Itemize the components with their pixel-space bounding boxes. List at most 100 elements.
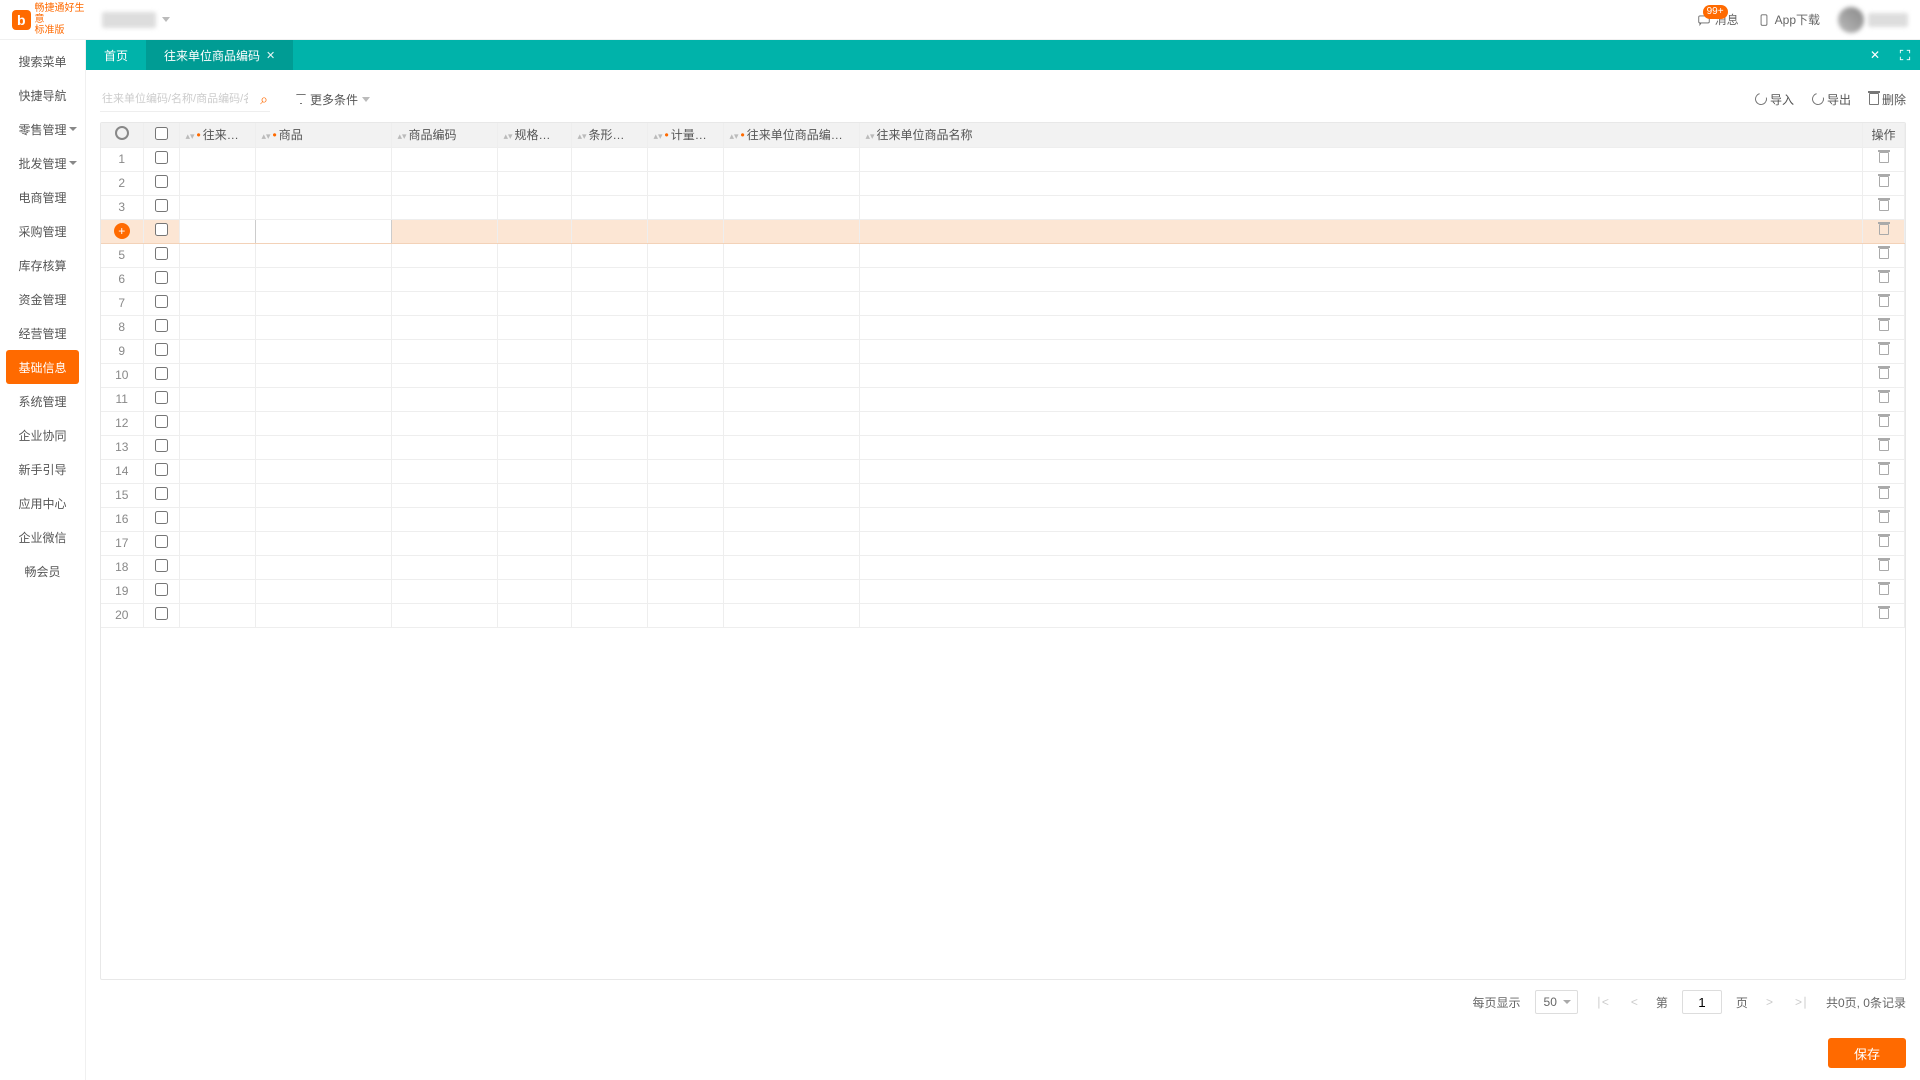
select-all-checkbox[interactable] <box>155 127 168 140</box>
table-row[interactable]: 15 <box>101 483 1905 507</box>
table-row[interactable]: 1 <box>101 147 1905 171</box>
cell[interactable] <box>179 387 255 411</box>
cell[interactable] <box>723 147 859 171</box>
sidebar-item-11[interactable]: 企业协同 <box>0 418 85 452</box>
cell[interactable] <box>179 507 255 531</box>
table-row[interactable]: 13 <box>101 435 1905 459</box>
col-partner[interactable]: ▴▾•往来… <box>179 123 255 147</box>
cell[interactable] <box>647 219 723 243</box>
row-checkbox[interactable] <box>155 535 168 548</box>
row-delete-icon[interactable] <box>1879 608 1889 619</box>
table-row[interactable]: 9 <box>101 339 1905 363</box>
cell[interactable] <box>391 531 497 555</box>
row-delete-icon[interactable] <box>1879 464 1889 475</box>
cell[interactable] <box>497 267 571 291</box>
cell[interactable] <box>723 339 859 363</box>
cell[interactable] <box>497 363 571 387</box>
cell[interactable] <box>647 291 723 315</box>
col-unit[interactable]: ▴▾•计量… <box>647 123 723 147</box>
cell[interactable] <box>497 579 571 603</box>
cell[interactable] <box>723 411 859 435</box>
cell[interactable] <box>571 507 647 531</box>
row-checkbox[interactable] <box>155 607 168 620</box>
sidebar-item-0[interactable]: 搜索菜单 <box>0 44 85 78</box>
cell[interactable] <box>391 555 497 579</box>
cell[interactable] <box>497 219 571 243</box>
cell[interactable] <box>255 507 391 531</box>
sidebar-item-9[interactable]: 基础信息 <box>6 350 79 384</box>
col-partner-product-code[interactable]: ▴▾•往来单位商品编… <box>723 123 859 147</box>
table-row[interactable]: 14 <box>101 459 1905 483</box>
cell[interactable] <box>647 315 723 339</box>
cell[interactable] <box>859 459 1863 483</box>
page-prev-button[interactable]: < <box>1627 995 1642 1009</box>
cell[interactable] <box>497 171 571 195</box>
cell[interactable] <box>255 147 391 171</box>
cell[interactable] <box>391 219 497 243</box>
sidebar-item-4[interactable]: 电商管理 <box>0 180 85 214</box>
row-delete-icon[interactable] <box>1879 200 1889 211</box>
fullscreen-button[interactable] <box>1890 40 1920 70</box>
row-delete-icon[interactable] <box>1879 344 1889 355</box>
cell[interactable] <box>391 315 497 339</box>
cell[interactable] <box>391 435 497 459</box>
sidebar-item-8[interactable]: 经营管理 <box>0 316 85 350</box>
cell[interactable] <box>647 483 723 507</box>
row-checkbox[interactable] <box>155 391 168 404</box>
row-delete-icon[interactable] <box>1879 536 1889 547</box>
cell[interactable] <box>255 291 391 315</box>
cell[interactable] <box>179 459 255 483</box>
col-partner-product-name[interactable]: ▴▾往来单位商品名称 <box>859 123 1863 147</box>
cell[interactable] <box>391 243 497 267</box>
cell[interactable] <box>497 483 571 507</box>
cell[interactable] <box>497 531 571 555</box>
cell[interactable] <box>179 603 255 627</box>
cell[interactable] <box>723 267 859 291</box>
cell[interactable] <box>255 459 391 483</box>
cell[interactable] <box>497 507 571 531</box>
cell[interactable] <box>571 459 647 483</box>
cell[interactable] <box>647 411 723 435</box>
cell[interactable] <box>497 459 571 483</box>
cell[interactable] <box>391 195 497 219</box>
cell[interactable] <box>497 435 571 459</box>
cell[interactable] <box>647 147 723 171</box>
cell[interactable] <box>391 483 497 507</box>
cell[interactable] <box>391 291 497 315</box>
row-delete-icon[interactable] <box>1879 176 1889 187</box>
tab-home[interactable]: 首页 <box>86 40 146 70</box>
col-select-all[interactable] <box>143 123 179 147</box>
table-row[interactable]: 2 <box>101 171 1905 195</box>
table-row[interactable]: 18 <box>101 555 1905 579</box>
user-menu[interactable] <box>1838 7 1908 33</box>
cell[interactable] <box>391 147 497 171</box>
row-checkbox[interactable] <box>155 511 168 524</box>
add-row-icon[interactable]: + <box>114 223 130 239</box>
cell[interactable] <box>647 339 723 363</box>
cell[interactable] <box>497 555 571 579</box>
row-checkbox[interactable] <box>155 223 168 236</box>
cell[interactable] <box>255 555 391 579</box>
cell[interactable] <box>255 579 391 603</box>
cell[interactable] <box>179 171 255 195</box>
cell[interactable] <box>723 363 859 387</box>
row-checkbox[interactable] <box>155 583 168 596</box>
row-delete-icon[interactable] <box>1879 152 1889 163</box>
cell[interactable] <box>179 411 255 435</box>
page-next-button[interactable]: > <box>1762 995 1777 1009</box>
cell[interactable] <box>255 267 391 291</box>
row-checkbox[interactable] <box>155 271 168 284</box>
row-delete-icon[interactable] <box>1879 488 1889 499</box>
row-delete-icon[interactable] <box>1879 392 1889 403</box>
cell[interactable] <box>255 387 391 411</box>
row-delete-icon[interactable] <box>1879 368 1889 379</box>
cell[interactable] <box>255 315 391 339</box>
cell[interactable] <box>859 483 1863 507</box>
sidebar-item-2[interactable]: 零售管理 <box>0 112 85 146</box>
cell[interactable] <box>255 483 391 507</box>
cell[interactable] <box>571 579 647 603</box>
cell[interactable] <box>859 219 1863 243</box>
search-input[interactable] <box>100 86 270 112</box>
table-row[interactable]: 10 <box>101 363 1905 387</box>
tab-close-all-button[interactable]: ✕ <box>1860 40 1890 70</box>
